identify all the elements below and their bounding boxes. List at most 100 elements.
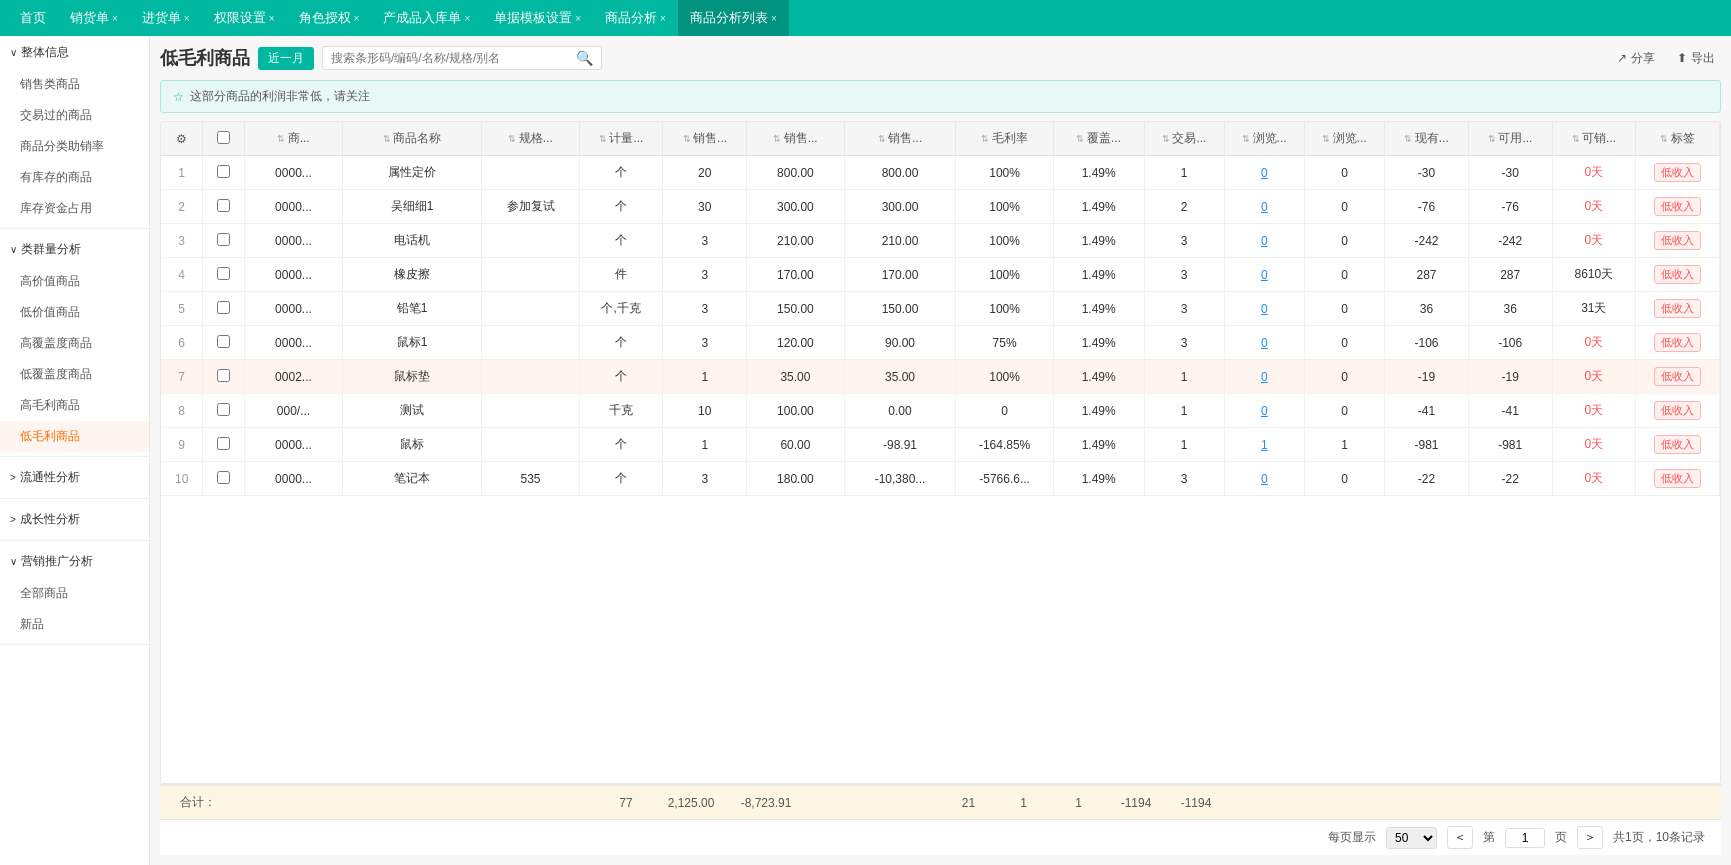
col-header-sales_price[interactable]: ⇅ 销售...: [747, 122, 845, 156]
nav-close-icon[interactable]: ×: [771, 13, 777, 24]
search-icon[interactable]: 🔍: [576, 50, 593, 66]
col-header-sales_amount[interactable]: ⇅ 销售...: [844, 122, 956, 156]
nav-item-权限设置[interactable]: 权限设置 ×: [202, 0, 287, 36]
row-checkbox[interactable]: [217, 301, 230, 314]
select-all-checkbox[interactable]: [217, 131, 230, 144]
sort-icon[interactable]: ⇅: [1660, 134, 1671, 144]
page-number-input[interactable]: [1505, 828, 1545, 848]
sort-icon[interactable]: ⇅: [508, 134, 519, 144]
sort-icon[interactable]: ⇅: [1488, 134, 1499, 144]
row-checkbox[interactable]: [217, 165, 230, 178]
sidebar-group-成长性分析[interactable]: >成长性分析: [0, 503, 149, 536]
cell-checkbox[interactable]: [203, 258, 245, 292]
browse-link[interactable]: 0: [1261, 404, 1268, 418]
sort-icon[interactable]: ⇅: [383, 134, 394, 144]
nav-item-商品分析[interactable]: 商品分析 ×: [593, 0, 678, 36]
cell-checkbox[interactable]: [203, 326, 245, 360]
cell-checkbox[interactable]: [203, 224, 245, 258]
browse-link[interactable]: 0: [1261, 370, 1268, 384]
cell-checkbox[interactable]: [203, 292, 245, 326]
cell-browse1[interactable]: 0: [1224, 326, 1304, 360]
search-input[interactable]: [331, 51, 576, 65]
cell-checkbox[interactable]: [203, 156, 245, 190]
nav-close-icon[interactable]: ×: [112, 13, 118, 24]
col-header-unit[interactable]: ⇅ 计量...: [579, 122, 663, 156]
col-header-sellable[interactable]: ⇅ 可销...: [1552, 122, 1636, 156]
nav-item-进货单[interactable]: 进货单 ×: [130, 0, 202, 36]
sort-icon[interactable]: ⇅: [1076, 134, 1087, 144]
nav-close-icon[interactable]: ×: [660, 13, 666, 24]
row-checkbox[interactable]: [217, 267, 230, 280]
cell-checkbox[interactable]: [203, 394, 245, 428]
sidebar-item-有库存的商品[interactable]: 有库存的商品: [0, 162, 149, 193]
nav-item-角色授权[interactable]: 角色授权 ×: [287, 0, 372, 36]
sidebar-group-营销推广分析[interactable]: ∨营销推广分析: [0, 545, 149, 578]
nav-item-首页[interactable]: 首页: [8, 0, 58, 36]
sort-icon[interactable]: ⇅: [1162, 134, 1173, 144]
browse-link[interactable]: 0: [1261, 200, 1268, 214]
sidebar-item-高价值商品[interactable]: 高价值商品: [0, 266, 149, 297]
export-button[interactable]: ⬆ 导出: [1671, 47, 1721, 70]
sidebar-item-高覆盖度商品[interactable]: 高覆盖度商品: [0, 328, 149, 359]
sidebar-group-类群量分析[interactable]: ∨类群量分析: [0, 233, 149, 266]
sidebar-item-库存资金占用[interactable]: 库存资金占用: [0, 193, 149, 224]
row-checkbox[interactable]: [217, 369, 230, 382]
row-checkbox[interactable]: [217, 471, 230, 484]
cell-browse1[interactable]: 0: [1224, 292, 1304, 326]
col-header-stock[interactable]: ⇅ 现有...: [1385, 122, 1469, 156]
sort-icon[interactable]: ⇅: [773, 134, 784, 144]
nav-close-icon[interactable]: ×: [575, 13, 581, 24]
sort-icon[interactable]: ⇅: [981, 134, 992, 144]
cell-browse1[interactable]: 0: [1224, 224, 1304, 258]
cell-browse1[interactable]: 0: [1224, 360, 1304, 394]
col-header-sales_qty[interactable]: ⇅ 销售...: [663, 122, 747, 156]
sort-icon[interactable]: ⇅: [1242, 134, 1253, 144]
sidebar-item-交易过的商品[interactable]: 交易过的商品: [0, 100, 149, 131]
sort-icon[interactable]: ⇅: [1404, 134, 1415, 144]
browse-link[interactable]: 0: [1261, 166, 1268, 180]
row-checkbox[interactable]: [217, 199, 230, 212]
cell-browse1[interactable]: 0: [1224, 394, 1304, 428]
sidebar-item-低覆盖度商品[interactable]: 低覆盖度商品: [0, 359, 149, 390]
nav-close-icon[interactable]: ×: [354, 13, 360, 24]
nav-item-单据模板设置[interactable]: 单据模板设置 ×: [482, 0, 593, 36]
nav-item-销货单[interactable]: 销货单 ×: [58, 0, 130, 36]
browse-link[interactable]: 0: [1261, 336, 1268, 350]
sidebar-item-新品[interactable]: 新品: [0, 609, 149, 640]
sidebar-group-整体信息[interactable]: ∨整体信息: [0, 36, 149, 69]
per-page-select[interactable]: 50 100 200: [1386, 827, 1437, 849]
nav-close-icon[interactable]: ×: [184, 13, 190, 24]
cell-checkbox[interactable]: [203, 190, 245, 224]
browse-link[interactable]: 0: [1261, 268, 1268, 282]
col-header-trade[interactable]: ⇅ 交易...: [1144, 122, 1224, 156]
col-header-code[interactable]: ⇅ 商...: [245, 122, 343, 156]
sidebar-item-高毛利商品[interactable]: 高毛利商品: [0, 390, 149, 421]
cell-checkbox[interactable]: [203, 462, 245, 496]
sidebar-item-低价值商品[interactable]: 低价值商品: [0, 297, 149, 328]
browse-link[interactable]: 0: [1261, 472, 1268, 486]
sidebar-item-全部商品[interactable]: 全部商品: [0, 578, 149, 609]
row-checkbox[interactable]: [217, 335, 230, 348]
prev-page-button[interactable]: ＜: [1447, 826, 1473, 849]
nav-close-icon[interactable]: ×: [269, 13, 275, 24]
col-header-name[interactable]: ⇅ 商品名称: [342, 122, 481, 156]
cell-browse1[interactable]: 1: [1224, 428, 1304, 462]
col-header-spec[interactable]: ⇅ 规格...: [482, 122, 580, 156]
browse-link[interactable]: 0: [1261, 234, 1268, 248]
col-header-tag[interactable]: ⇅ 标签: [1636, 122, 1720, 156]
sidebar-group-流通性分析[interactable]: >流通性分析: [0, 461, 149, 494]
sort-icon[interactable]: ⇅: [878, 134, 889, 144]
col-header-available[interactable]: ⇅ 可用...: [1468, 122, 1552, 156]
row-checkbox[interactable]: [217, 437, 230, 450]
sort-icon[interactable]: ⇅: [1572, 134, 1583, 144]
col-header-gross_rate[interactable]: ⇅ 毛利率: [956, 122, 1054, 156]
browse-link[interactable]: 1: [1261, 438, 1268, 452]
cell-browse1[interactable]: 0: [1224, 258, 1304, 292]
browse-link[interactable]: 0: [1261, 302, 1268, 316]
sidebar-item-商品分类助销率[interactable]: 商品分类助销率: [0, 131, 149, 162]
cell-checkbox[interactable]: [203, 360, 245, 394]
nav-close-icon[interactable]: ×: [464, 13, 470, 24]
cell-browse1[interactable]: 0: [1224, 462, 1304, 496]
col-header-coverage[interactable]: ⇅ 覆盖...: [1053, 122, 1144, 156]
time-filter-button[interactable]: 近一月: [258, 47, 314, 70]
